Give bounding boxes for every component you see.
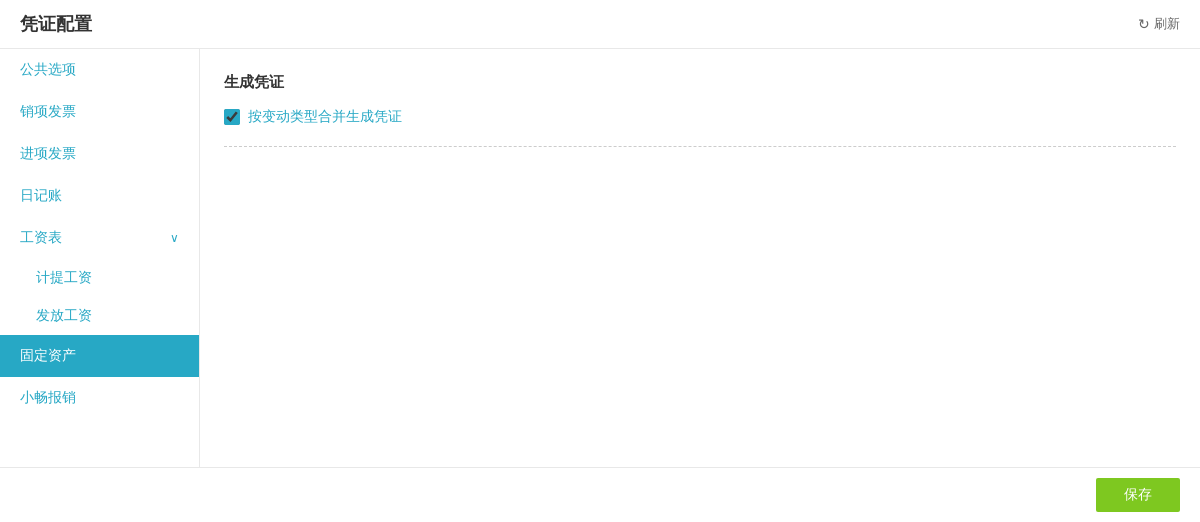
sidebar-item-label: 固定资产 xyxy=(20,347,76,365)
merge-by-type-checkbox[interactable] xyxy=(224,109,240,125)
checkbox-row: 按变动类型合并生成凭证 xyxy=(224,108,1176,126)
sidebar: 公共选项销项发票进项发票日记账工资表 ∨ 计提工资发放工资固定资产小畅报销 xyxy=(0,49,200,467)
body: 公共选项销项发票进项发票日记账工资表 ∨ 计提工资发放工资固定资产小畅报销 生成凭证… xyxy=(0,49,1200,467)
sidebar-item-label: 日记账 xyxy=(20,187,62,205)
sidebar-item-purchase-invoice[interactable]: 进项发票 xyxy=(0,133,199,175)
save-button[interactable]: 保存 xyxy=(1096,478,1180,512)
header: 凭证配置 ↻ 刷新 xyxy=(0,0,1200,49)
sidebar-item-label: 公共选项 xyxy=(20,61,76,79)
chevron-down-icon: ∨ xyxy=(170,231,179,245)
section-divider xyxy=(224,146,1176,147)
sidebar-item-pay-salary[interactable]: 发放工资 xyxy=(0,297,199,335)
sidebar-item-label: 发放工资 xyxy=(36,307,92,323)
refresh-button[interactable]: ↻ 刷新 xyxy=(1138,15,1180,33)
section-title: 生成凭证 xyxy=(224,73,1176,92)
sidebar-item-fixed-assets[interactable]: 固定资产 xyxy=(0,335,199,377)
sidebar-item-label: 销项发票 xyxy=(20,103,76,121)
sidebar-item-commission[interactable]: 计提工资 xyxy=(0,259,199,297)
page-wrapper: 凭证配置 ↻ 刷新 公共选项销项发票进项发票日记账工资表 ∨ 计提工资发放工资固定资… xyxy=(0,0,1200,522)
main-content: 生成凭证 按变动类型合并生成凭证 xyxy=(200,49,1200,467)
page-title: 凭证配置 xyxy=(20,12,92,36)
refresh-label: 刷新 xyxy=(1154,15,1180,33)
sidebar-item-label: 计提工资 xyxy=(36,269,92,285)
sidebar-item-sales-invoice[interactable]: 销项发票 xyxy=(0,91,199,133)
footer: 保存 xyxy=(0,467,1200,522)
sidebar-item-label: 小畅报销 xyxy=(20,389,76,407)
sidebar-item-expense-report[interactable]: 小畅报销 xyxy=(0,377,199,419)
refresh-icon: ↻ xyxy=(1138,16,1150,32)
sidebar-item-journal[interactable]: 日记账 xyxy=(0,175,199,217)
sidebar-item-payroll[interactable]: 工资表 ∨ xyxy=(0,217,199,259)
sidebar-item-label: 工资表 xyxy=(20,229,62,247)
sidebar-item-public-options[interactable]: 公共选项 xyxy=(0,49,199,91)
merge-by-type-label[interactable]: 按变动类型合并生成凭证 xyxy=(248,108,402,126)
sidebar-item-label: 进项发票 xyxy=(20,145,76,163)
